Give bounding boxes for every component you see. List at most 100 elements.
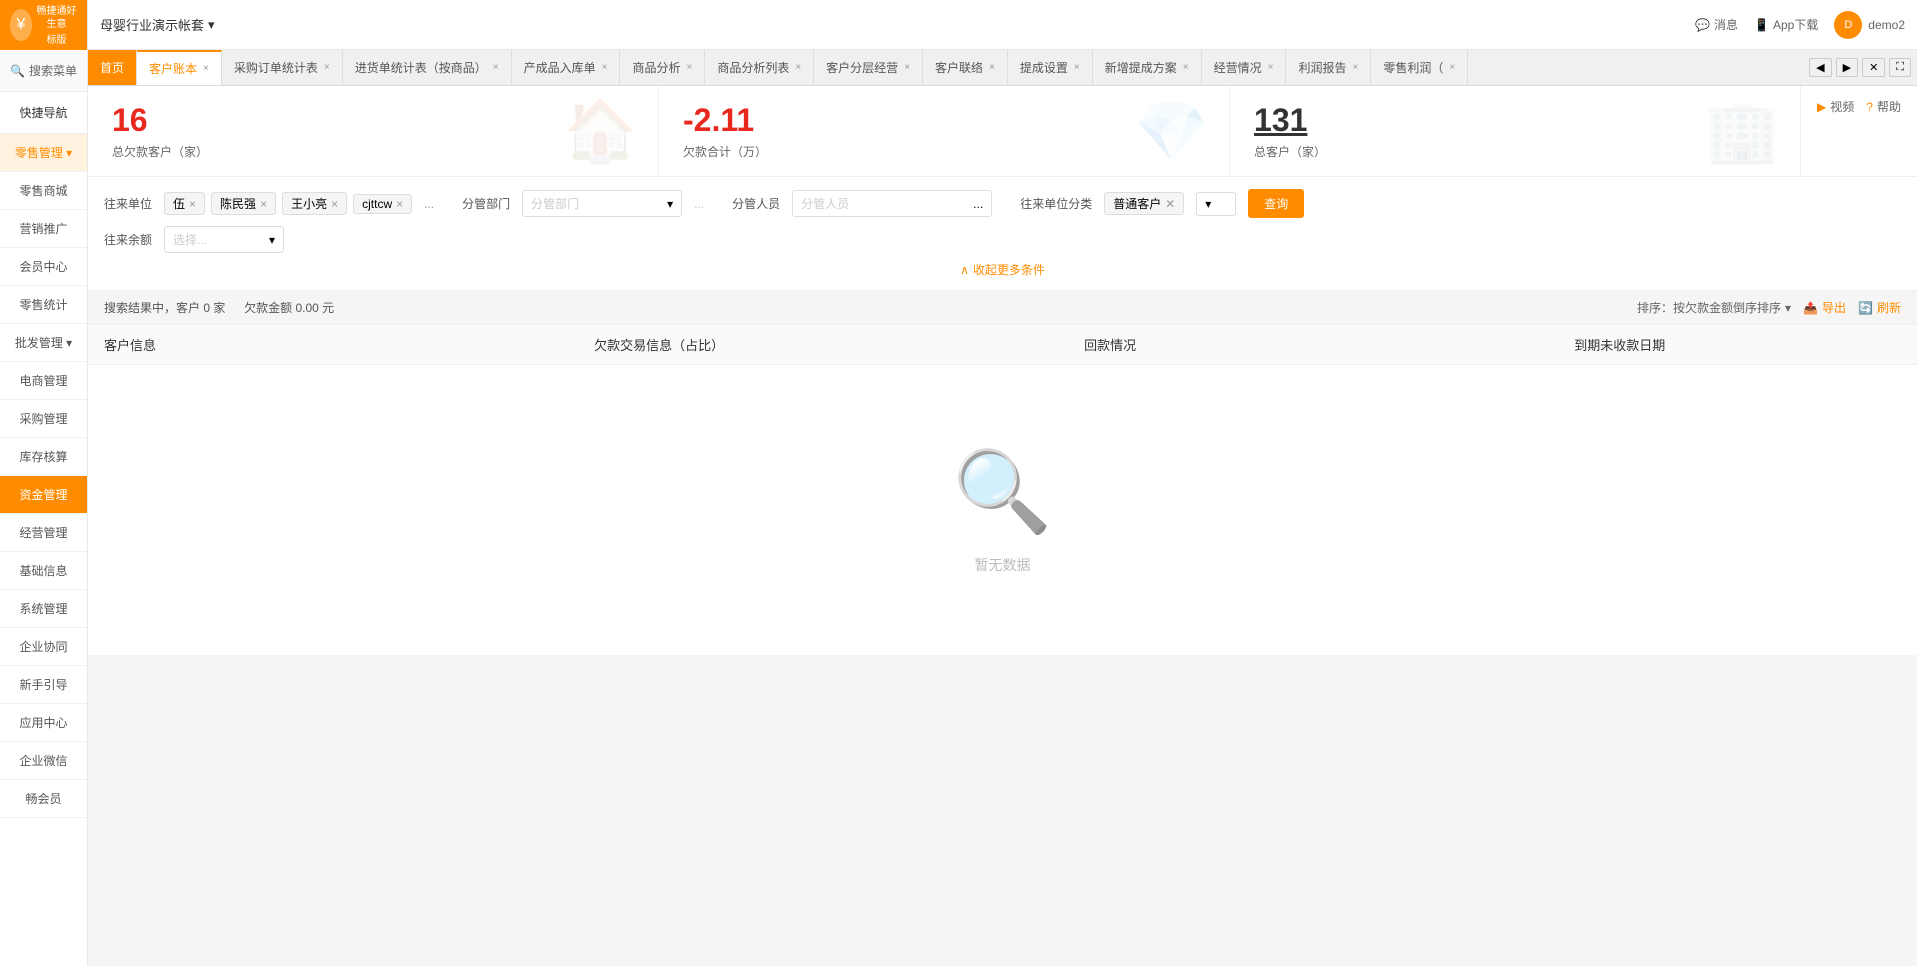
quick-nav-label: 快捷导航 bbox=[19, 106, 67, 120]
sidebar-items: 零售管理 ▾零售商城营销推广会员中心零售统计批发管理 ▾电商管理采购管理库存核算… bbox=[0, 134, 87, 818]
sidebar: ¥ 畅捷通好生意 标版 🔍 搜索菜单 快捷导航 零售管理 ▾零售商城营销推广会员… bbox=[0, 0, 88, 966]
sidebar-item-marketing[interactable]: 营销推广 bbox=[0, 210, 87, 248]
unit-class-tags: 普通客户 ✕ bbox=[1104, 192, 1184, 215]
tab-label-operations: 经营情况 bbox=[1214, 59, 1262, 76]
sidebar-item-inventory[interactable]: 库存核算 bbox=[0, 438, 87, 476]
search-menu-button[interactable]: 🔍 搜索菜单 bbox=[6, 58, 81, 83]
sidebar-item-operations_mgmt[interactable]: 经营管理 bbox=[0, 514, 87, 552]
tab-close-new_improve[interactable]: × bbox=[1183, 62, 1189, 73]
tab-prev-button[interactable]: ◀ bbox=[1809, 58, 1831, 77]
message-btn[interactable]: 💬 消息 bbox=[1695, 16, 1738, 33]
sidebar-item-basic_info[interactable]: 基础信息 bbox=[0, 552, 87, 590]
tab-close-improve_settings[interactable]: × bbox=[1074, 62, 1080, 73]
tab-next-button[interactable]: ▶ bbox=[1836, 58, 1858, 77]
unit-class-select[interactable]: ▾ bbox=[1196, 192, 1236, 216]
sidebar-item-retail_mgmt[interactable]: 零售管理 ▾ bbox=[0, 134, 87, 172]
tab-improve_settings[interactable]: 提成设置× bbox=[1008, 50, 1093, 86]
sidebar-item-system_mgmt[interactable]: 系统管理 bbox=[0, 590, 87, 628]
tab-close-operations[interactable]: × bbox=[1268, 62, 1274, 73]
sidebar-item-retail_stats[interactable]: 零售统计 bbox=[0, 286, 87, 324]
tab-customer_contact[interactable]: 客户联络 × bbox=[923, 50, 1008, 86]
tab-close-purchase_stats[interactable]: × bbox=[493, 62, 499, 73]
quick-nav[interactable]: 快捷导航 bbox=[0, 92, 87, 134]
sort-label: 排序：按欠款金额倒序排序 bbox=[1637, 299, 1781, 316]
logo-icon: ¥ bbox=[10, 9, 32, 41]
tabs-container: 首页客户账本×采购订单统计表×进货单统计表（按商品）×产成品入库单×商品分析×商… bbox=[88, 50, 1803, 86]
tab-operations[interactable]: 经营情况 × bbox=[1202, 50, 1287, 86]
industry-selector[interactable]: 母婴行业演示帐套 ▾ bbox=[100, 15, 215, 34]
person-select[interactable]: 分管人员 ... bbox=[792, 190, 992, 217]
tab-close-customer_ops[interactable]: × bbox=[904, 62, 910, 73]
tab-close-profit_report[interactable]: × bbox=[1352, 62, 1358, 73]
sidebar-item-finance_mgmt[interactable]: 资金管理 bbox=[0, 476, 87, 514]
video-label: 视频 bbox=[1830, 98, 1854, 115]
unit-class-tag-label: 普通客户 bbox=[1113, 195, 1161, 212]
tab-close-purchase_order[interactable]: × bbox=[324, 62, 330, 73]
help-btn[interactable]: ? 帮助 bbox=[1866, 98, 1901, 115]
export-button[interactable]: 📤 导出 bbox=[1803, 299, 1846, 316]
tab-close-accounts[interactable]: × bbox=[203, 63, 209, 74]
sidebar-item-retail_mall[interactable]: 零售商城 bbox=[0, 172, 87, 210]
unit-class-chevron-icon: ▾ bbox=[1205, 197, 1211, 211]
unit-tag-remove-伍[interactable]: × bbox=[189, 197, 196, 211]
app-download-btn[interactable]: 📱 App下载 bbox=[1754, 16, 1818, 33]
tab-expand-button[interactable]: ⛶ bbox=[1889, 58, 1911, 77]
unit-tag-remove-王小亮[interactable]: × bbox=[331, 197, 338, 211]
tab-customer_ops[interactable]: 客户分层经营× bbox=[814, 50, 923, 86]
sidebar-item-enterprise_coop[interactable]: 企业协同 bbox=[0, 628, 87, 666]
unit-tag-cjttcw: cjttcw × bbox=[353, 194, 412, 214]
tab-goods_analysis_list[interactable]: 商品分析列表× bbox=[705, 50, 814, 86]
tab-close-all-button[interactable]: ✕ bbox=[1862, 58, 1885, 77]
results-bar: 搜索结果中，客户 0 家 欠款金额 0.00 元 排序：按欠款金额倒序排序 ▾ … bbox=[88, 291, 1917, 325]
unit-more[interactable]: ... bbox=[424, 197, 434, 211]
tab-close-retail_profit[interactable]: × bbox=[1449, 62, 1455, 73]
tab-purchase_stats[interactable]: 进货单统计表（按商品）× bbox=[343, 50, 512, 86]
tab-close-goods_analysis_list[interactable]: × bbox=[795, 62, 801, 73]
balance-select[interactable]: 选择... ▾ bbox=[164, 226, 284, 253]
collapse-button[interactable]: ∧ 收起更多条件 bbox=[104, 261, 1901, 278]
tab-label-customer_contact: 客户联络 bbox=[935, 59, 983, 76]
sidebar-item-purchase_mgmt[interactable]: 采购管理 bbox=[0, 400, 87, 438]
tab-home[interactable]: 首页 bbox=[88, 50, 137, 86]
sidebar-item-enterprise_wechat[interactable]: 企业微信 bbox=[0, 742, 87, 780]
tab-close-goods_analysis[interactable]: × bbox=[686, 62, 692, 73]
video-btn[interactable]: ▶ 视频 bbox=[1817, 98, 1854, 115]
tab-accounts[interactable]: 客户账本× bbox=[137, 50, 222, 86]
user-menu[interactable]: D demo2 bbox=[1834, 11, 1905, 39]
unit-tag-陈民强: 陈民强× bbox=[211, 192, 276, 215]
stat-label-1: 总欠款客户（家） bbox=[112, 143, 634, 160]
person-chevron-icon: ... bbox=[973, 197, 983, 211]
stat-value-3: 131 bbox=[1254, 102, 1776, 139]
search-menu[interactable]: 🔍 搜索菜单 bbox=[0, 50, 87, 92]
sidebar-item-member_center[interactable]: 会员中心 bbox=[0, 248, 87, 286]
stat-value-1: 16 bbox=[112, 102, 634, 139]
tab-close-produce_in[interactable]: × bbox=[602, 62, 608, 73]
tab-profit_report[interactable]: 利润报告× bbox=[1286, 50, 1371, 86]
tab-produce_in[interactable]: 产成品入库单× bbox=[512, 50, 621, 86]
unit-tag-remove-陈民强[interactable]: × bbox=[260, 197, 267, 211]
table-col-回款情况: 回款情况 bbox=[1084, 335, 1574, 354]
tab-purchase_order[interactable]: 采购订单统计表× bbox=[222, 50, 343, 86]
sidebar-item-wholesale_mgmt[interactable]: 批发管理 ▾ bbox=[0, 324, 87, 362]
query-button[interactable]: 查询 bbox=[1248, 189, 1304, 218]
unit-class-remove[interactable]: ✕ bbox=[1165, 197, 1175, 211]
sidebar-item-ecommerce[interactable]: 电商管理 bbox=[0, 362, 87, 400]
unit-tag-label: cjttcw bbox=[362, 197, 392, 211]
tab-new_improve[interactable]: 新增提成方案× bbox=[1093, 50, 1202, 86]
unit-tag-remove-cjttcw[interactable]: × bbox=[396, 197, 403, 211]
search-menu-label: 搜索菜单 bbox=[29, 62, 77, 79]
refresh-button[interactable]: 🔄 刷新 bbox=[1858, 299, 1901, 316]
dept-select[interactable]: 分管部门 ▾ bbox=[522, 190, 682, 217]
tab-goods_analysis[interactable]: 商品分析× bbox=[620, 50, 705, 86]
sidebar-item-app_center[interactable]: 应用中心 bbox=[0, 704, 87, 742]
sort-selector[interactable]: 排序：按欠款金额倒序排序 ▾ bbox=[1637, 299, 1791, 316]
tab-retail_profit[interactable]: 零售利润（× bbox=[1371, 50, 1468, 86]
sidebar-item-new_guide[interactable]: 新手引导 bbox=[0, 666, 87, 704]
dept-clear-icon[interactable]: ... bbox=[694, 197, 704, 211]
filter-bar: 往来单位 伍×陈民强×王小亮×cjttcw× ... 分管部门 分管部门 ▾ .… bbox=[88, 177, 1917, 291]
quick-nav-button[interactable]: 快捷导航 bbox=[6, 100, 81, 125]
sidebar-item-super_member[interactable]: 畅会员 bbox=[0, 780, 87, 818]
tab-close-customer_contact[interactable]: × bbox=[989, 62, 995, 73]
dept-chevron-icon: ▾ bbox=[667, 197, 673, 211]
search-icon: 🔍 bbox=[10, 64, 25, 78]
